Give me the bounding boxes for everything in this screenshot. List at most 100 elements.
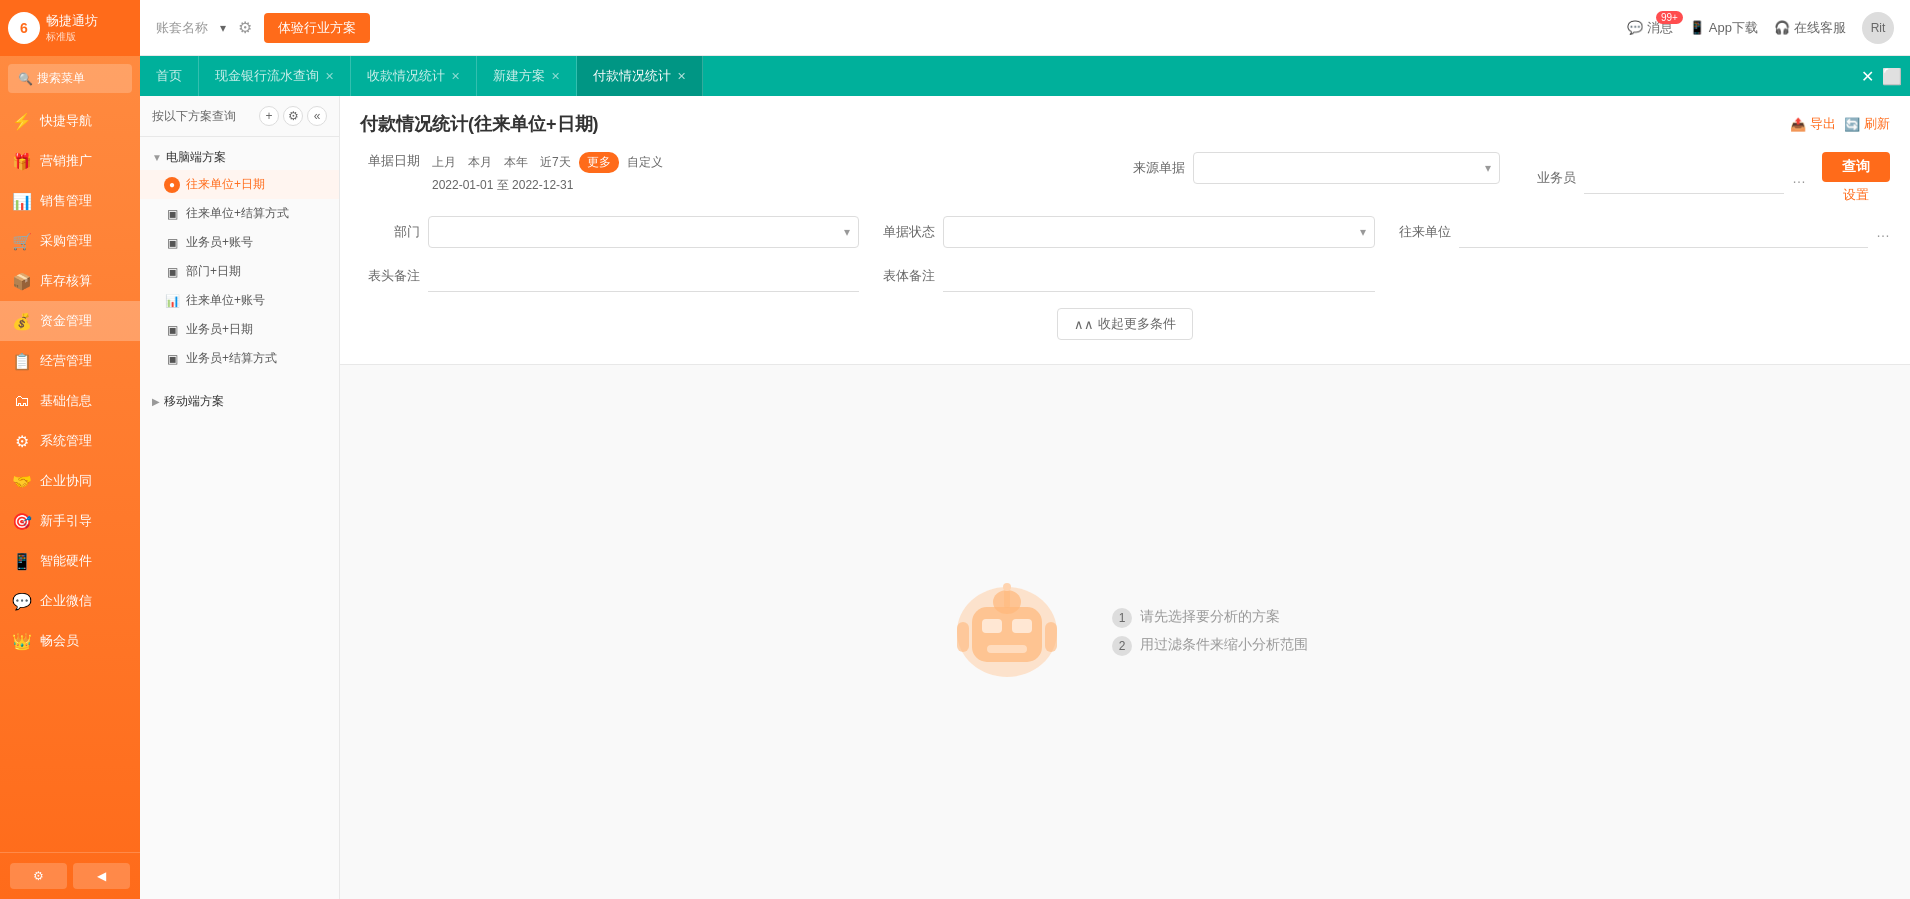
messages-button[interactable]: 💬 消息 99+	[1627, 19, 1673, 37]
tab-receipt[interactable]: 收款情况统计 ✕	[351, 56, 477, 96]
sidebar-item-guide[interactable]: 🎯 新手引导	[0, 501, 140, 541]
sidebar-item-purchase[interactable]: 🛒 采购管理	[0, 221, 140, 261]
schema-item-sales-settle-icon: ▣	[164, 351, 180, 367]
account-dropdown[interactable]: ▾	[220, 21, 226, 35]
query-button[interactable]: 查询	[1822, 152, 1890, 182]
shortcut-icon: ⚡	[12, 111, 32, 131]
sidebar-item-marketing[interactable]: 🎁 营销推广	[0, 141, 140, 181]
unit-input[interactable]	[1459, 216, 1868, 248]
online-support-button[interactable]: 🎧 在线客服	[1774, 19, 1846, 37]
app-download-button[interactable]: 📱 App下载	[1689, 19, 1758, 37]
settings-footer-button[interactable]: ⚙	[10, 863, 67, 889]
avatar[interactable]: Rit	[1862, 12, 1894, 44]
tab-new-close[interactable]: ✕	[551, 70, 560, 83]
system-icon: ⚙	[12, 431, 32, 451]
pc-schema-group: ▼ 电脑端方案 ● 往来单位+日期 ▣ 往来单位+结算方式 ▣ 业务员+账号 ▣	[140, 137, 339, 381]
source-select-arrow: ▾	[1485, 161, 1491, 175]
purchase-icon: 🛒	[12, 231, 32, 251]
note-header-input[interactable]	[428, 260, 859, 292]
right-content: 付款情况统计(往来单位+日期) 📤 导出 🔄 刷新	[340, 96, 1910, 899]
tab-receipt-close[interactable]: ✕	[451, 70, 460, 83]
sidebar-item-wechat[interactable]: 💬 企业微信	[0, 581, 140, 621]
schema-add-button[interactable]: +	[259, 106, 279, 126]
sidebar-item-operation[interactable]: 📋 经营管理	[0, 341, 140, 381]
refresh-button[interactable]: 🔄 刷新	[1844, 115, 1890, 133]
svg-rect-1	[972, 607, 1042, 662]
collapse-sidebar-button[interactable]: ◀	[73, 863, 130, 889]
empty-hint-1: 1 请先选择要分析的方案	[1112, 608, 1308, 628]
tab-payment[interactable]: 付款情况统计 ✕	[577, 56, 703, 96]
export-button[interactable]: 📤 导出	[1790, 115, 1836, 133]
sidebar-item-system[interactable]: ⚙ 系统管理	[0, 421, 140, 461]
schema-item-sales-account-icon: ▣	[164, 235, 180, 251]
schema-item-dept-date[interactable]: ▣ 部门+日期	[140, 257, 339, 286]
sidebar-item-shortcut[interactable]: ⚡ 快捷导航	[0, 101, 140, 141]
status-label: 单据状态	[875, 223, 935, 241]
schema-item-sales-date[interactable]: ▣ 业务员+日期	[140, 315, 339, 344]
sidebar-item-enterprise[interactable]: 🤝 企业协同	[0, 461, 140, 501]
this-year-btn[interactable]: 本年	[500, 152, 532, 173]
status-select[interactable]: ▾	[943, 216, 1374, 248]
tab-home[interactable]: 首页	[140, 56, 199, 96]
sidebar-item-basic[interactable]: 🗂 基础信息	[0, 381, 140, 421]
sidebar-item-finance[interactable]: 💰 资金管理	[0, 301, 140, 341]
note-body-label: 表体备注	[875, 267, 935, 285]
sidebar-search[interactable]: 🔍 搜索菜单	[8, 64, 132, 93]
window-restore-icon[interactable]: ⬜	[1882, 67, 1902, 86]
prev-month-btn[interactable]: 上月	[428, 152, 460, 173]
support-icon: 🎧	[1774, 20, 1790, 35]
schema-settings-button[interactable]: ⚙	[283, 106, 303, 126]
robot-svg	[942, 577, 1072, 687]
svg-rect-6	[1045, 622, 1057, 652]
sidebar-item-hardware[interactable]: 📱 智能硬件	[0, 541, 140, 581]
sidebar-item-sales[interactable]: 📊 销售管理	[0, 181, 140, 221]
svg-rect-4	[987, 645, 1027, 653]
empty-illustration: 1 请先选择要分析的方案 2 用过滤条件来缩小分析范围	[942, 577, 1308, 687]
svg-point-9	[1003, 583, 1011, 591]
more-date-btn[interactable]: 更多	[579, 152, 619, 173]
messages-badge: 99+	[1656, 11, 1683, 24]
custom-date-btn[interactable]: 自定义	[623, 152, 667, 173]
pc-group-title[interactable]: ▼ 电脑端方案	[140, 145, 339, 170]
empty-hints: 1 请先选择要分析的方案 2 用过滤条件来缩小分析范围	[1112, 608, 1308, 656]
collapse-filter-button[interactable]: ∧∧ 收起更多条件	[1057, 308, 1193, 340]
tab-new[interactable]: 新建方案 ✕	[477, 56, 577, 96]
topbar-right: 💬 消息 99+ 📱 App下载 🎧 在线客服 Rit	[1627, 12, 1894, 44]
settings-link[interactable]: 设置	[1822, 186, 1890, 204]
topbar: 账套名称 ▾ ⚙ 体验行业方案 💬 消息 99+ 📱 App下载 🎧 在线客服 …	[140, 0, 1910, 56]
sidebar: 6 畅捷通坊 标准版 🔍 搜索菜单 ⚡ 快捷导航 🎁 营销推广 📊 销售管理 🛒…	[0, 0, 140, 899]
svg-rect-3	[1012, 619, 1032, 633]
schema-item-unit-settle[interactable]: ▣ 往来单位+结算方式	[140, 199, 339, 228]
experience-button[interactable]: 体验行业方案	[264, 13, 370, 43]
sidebar-item-member[interactable]: 👑 畅会员	[0, 621, 140, 661]
note-body-input[interactable]	[943, 260, 1374, 292]
this-month-btn[interactable]: 本月	[464, 152, 496, 173]
schema-item-sales-account[interactable]: ▣ 业务员+账号	[140, 228, 339, 257]
salesperson-label: 业务员	[1516, 169, 1576, 187]
export-icon: 📤	[1790, 117, 1806, 132]
note-header-label: 表头备注	[360, 267, 420, 285]
schema-collapse-button[interactable]: «	[307, 106, 327, 126]
tab-bank[interactable]: 现金银行流水查询 ✕	[199, 56, 351, 96]
last7-btn[interactable]: 近7天	[536, 152, 575, 173]
mobile-schema-group: ▶ 移动端方案	[140, 381, 339, 422]
salesperson-dots[interactable]: …	[1792, 170, 1806, 186]
source-select[interactable]: ▾	[1193, 152, 1500, 184]
window-close-icon[interactable]: ✕	[1861, 67, 1874, 86]
unit-dots[interactable]: …	[1876, 224, 1890, 240]
finance-icon: 💰	[12, 311, 32, 331]
tab-payment-close[interactable]: ✕	[677, 70, 686, 83]
salesperson-input[interactable]	[1584, 162, 1785, 194]
sidebar-item-inventory[interactable]: 📦 库存核算	[0, 261, 140, 301]
collapse-arrow-icon: ∧∧	[1074, 317, 1094, 332]
schema-item-unit-account[interactable]: 📊 往来单位+账号	[140, 286, 339, 315]
schema-item-unit-date-icon: ●	[164, 177, 180, 193]
schema-item-unit-date[interactable]: ● 往来单位+日期	[140, 170, 339, 199]
pc-group-arrow: ▼	[152, 152, 162, 163]
mobile-group-title[interactable]: ▶ 移动端方案	[140, 389, 339, 414]
schema-item-sales-settle[interactable]: ▣ 业务员+结算方式	[140, 344, 339, 373]
date-quick-buttons: 上月 本月 本年 近7天 更多 自定义	[428, 152, 667, 173]
dept-select[interactable]: ▾	[428, 216, 859, 248]
topbar-settings-icon[interactable]: ⚙	[238, 18, 252, 37]
tab-bank-close[interactable]: ✕	[325, 70, 334, 83]
